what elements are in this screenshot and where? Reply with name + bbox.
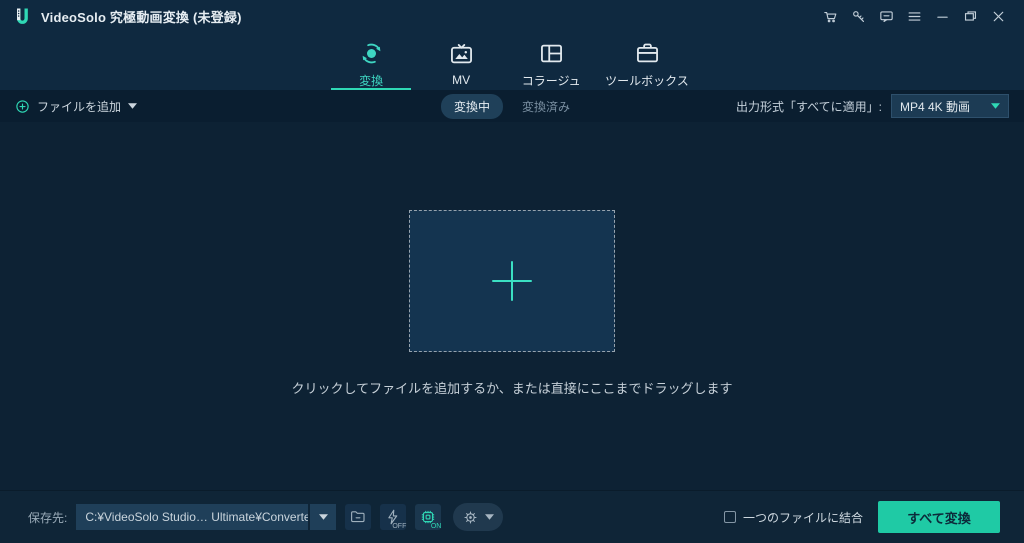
hardware-accel-button[interactable]: OFF <box>380 504 407 530</box>
tab-mv[interactable]: MV <box>421 32 501 90</box>
menu-icon <box>908 11 920 21</box>
add-file-button[interactable]: ファイルを追加 <box>15 98 138 115</box>
register-key-button[interactable] <box>844 4 872 28</box>
gpu-accel-state: ON <box>430 523 442 530</box>
output-format-select[interactable]: MP4 4K 動画 <box>891 94 1009 118</box>
restore-button[interactable] <box>956 4 984 28</box>
save-path-field[interactable]: C:¥VideoSolo Studio… Ultimate¥Converted <box>76 504 309 530</box>
caret-down-icon <box>318 514 328 520</box>
toolbox-icon <box>636 43 658 62</box>
minimize-icon <box>936 16 948 18</box>
caret-down-icon <box>991 103 1000 109</box>
drop-hint-text: クリックしてファイルを追加するか、または直接にここまでドラッグします <box>291 381 733 396</box>
titlebar-actions <box>816 4 1012 28</box>
tab-convert-label: 変換 <box>359 73 384 88</box>
title-bar: VideoSolo 究極動画変換 (未登録) <box>0 0 1024 32</box>
toolbar: ファイルを追加 変換中 変換済み 出力形式「すべてに適用」: MP4 4K 動画 <box>0 90 1024 122</box>
feedback-button[interactable] <box>872 4 900 28</box>
cart-icon <box>823 11 836 22</box>
store-cart-button[interactable] <box>816 4 844 28</box>
output-format-value: MP4 4K 動画 <box>900 99 971 114</box>
tab-convert[interactable]: 変換 <box>331 32 412 90</box>
merge-files-checkbox[interactable] <box>723 511 736 523</box>
tab-collage[interactable]: コラージュ <box>511 32 591 90</box>
convert-all-button[interactable]: すべて変換 <box>878 501 1000 533</box>
save-path-dropdown-button[interactable] <box>310 504 337 530</box>
footer-bar: 保存先: C:¥VideoSolo Studio… Ultimate¥Conve… <box>0 490 1024 543</box>
app-logo-icon <box>17 8 28 24</box>
folder-icon <box>351 511 365 523</box>
convert-icon <box>362 43 381 63</box>
plus-circle-icon <box>16 99 29 113</box>
output-format-group: 出力形式「すべてに適用」: MP4 4K 動画 <box>736 94 1009 118</box>
merge-files-option[interactable]: 一つのファイルに結合 <box>723 509 863 526</box>
gpu-accel-button[interactable]: ON <box>415 504 442 530</box>
queue-tabs: 変換中 変換済み <box>440 90 583 122</box>
tab-collage-label: コラージュ <box>521 73 581 88</box>
save-destination-label: 保存先: <box>28 510 68 525</box>
main-area: クリックしてファイルを追加するか、または直接にここまでドラッグします <box>0 122 1024 490</box>
main-nav: 変換 MV コラージュ ツールボックス <box>0 32 1024 90</box>
mv-icon <box>450 44 472 64</box>
queue-tab-converting[interactable]: 変換中 <box>440 93 503 119</box>
feedback-icon <box>879 10 893 22</box>
close-icon <box>993 11 1003 21</box>
file-dropzone[interactable] <box>409 210 615 352</box>
merge-files-label: 一つのファイルに結合 <box>742 510 863 525</box>
caret-down-icon <box>485 514 495 520</box>
queue-tab-converted[interactable]: 変換済み <box>509 94 583 119</box>
tab-toolbox-label: ツールボックス <box>605 73 689 88</box>
tab-toolbox[interactable]: ツールボックス <box>601 32 693 90</box>
minimize-button[interactable] <box>928 4 956 28</box>
window-title: VideoSolo 究極動画変換 (未登録) <box>41 9 242 25</box>
tab-mv-label: MV <box>452 73 471 87</box>
open-folder-button[interactable] <box>345 504 372 530</box>
collage-icon <box>540 44 562 62</box>
settings-button[interactable] <box>453 503 504 531</box>
key-icon <box>852 10 864 22</box>
close-button[interactable] <box>984 4 1012 28</box>
gear-icon <box>464 510 477 524</box>
output-format-label: 出力形式「すべてに適用」: <box>735 99 882 114</box>
restore-icon <box>964 10 976 21</box>
hardware-accel-state: OFF <box>392 523 407 530</box>
add-file-label: ファイルを追加 <box>37 99 122 114</box>
plus-cross-icon <box>492 261 532 301</box>
caret-down-icon <box>128 103 138 109</box>
menu-button[interactable] <box>900 4 928 28</box>
